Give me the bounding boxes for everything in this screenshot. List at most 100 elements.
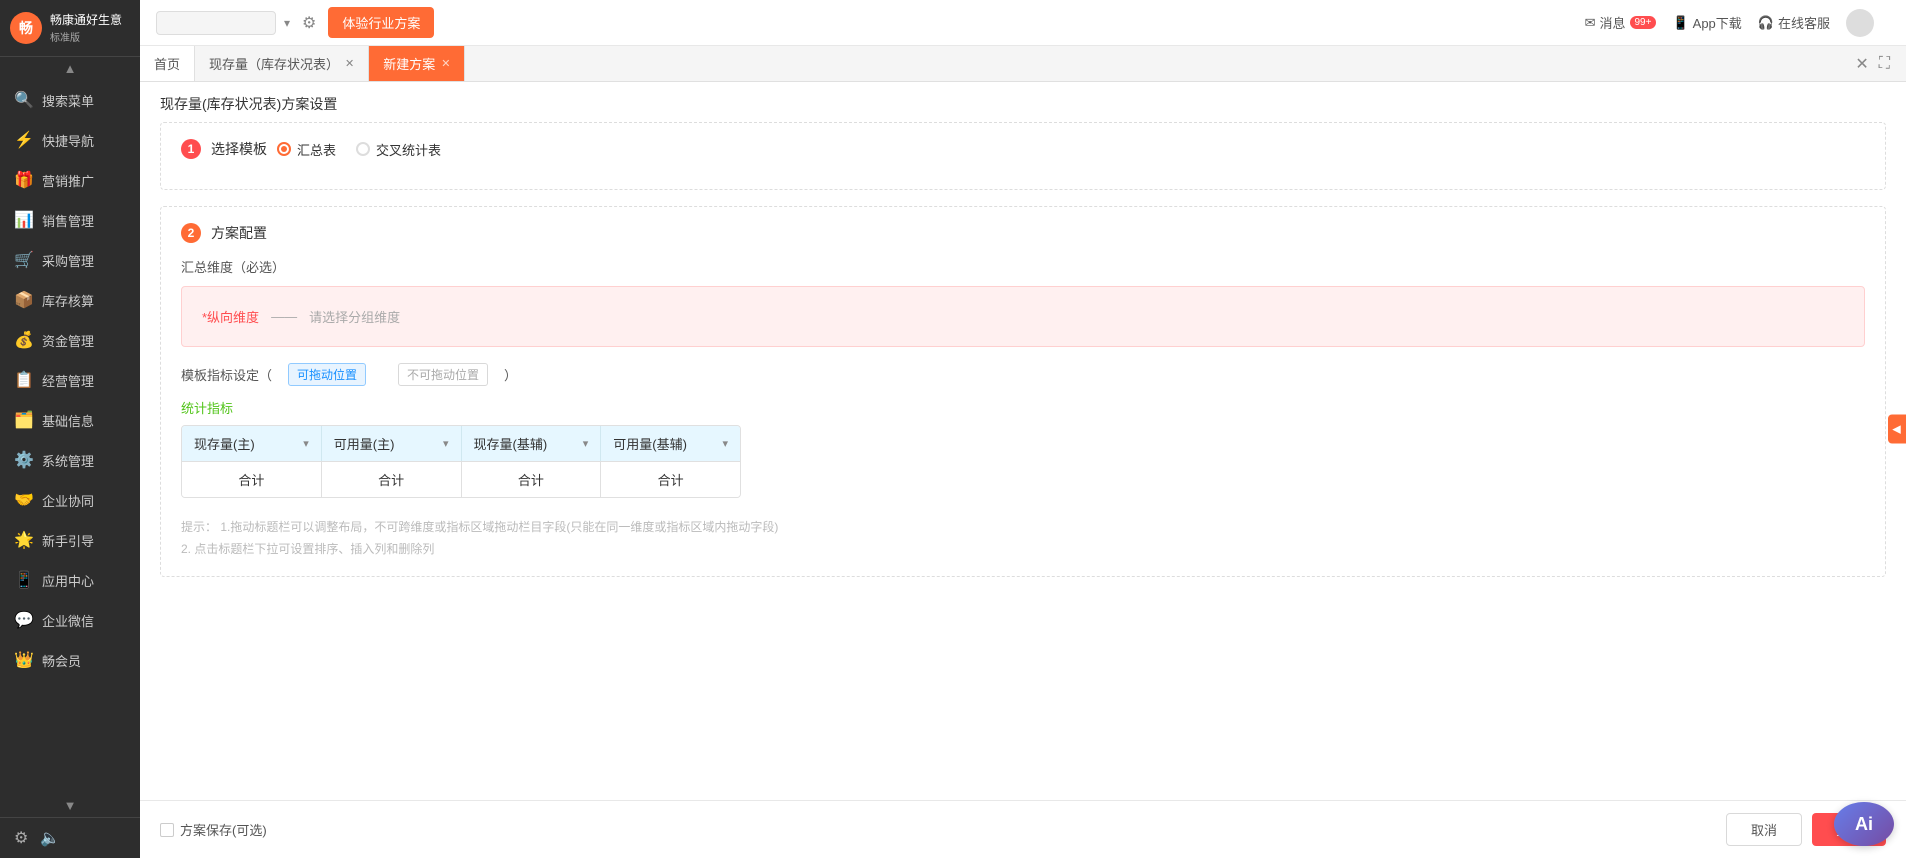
save-checkbox[interactable]: [160, 823, 174, 837]
sidebar-item-system[interactable]: ⚙️ 系统管理: [0, 440, 140, 480]
radio-crosstab-label: 交叉统计表: [376, 140, 441, 159]
expand-window-button[interactable]: ⛶: [1879, 55, 1890, 73]
col-arrow-1[interactable]: ▾: [443, 437, 449, 450]
main-section: 1 选择模板 汇总表 交叉统计表: [140, 122, 1906, 609]
sidebar-scroll-up[interactable]: ▲: [0, 57, 140, 80]
step2-header: 2 方案配置: [181, 223, 1865, 243]
dimension-required-area: *纵向维度 —— 请选择分组维度: [181, 286, 1865, 347]
col-label-1: 可用量(主): [334, 434, 395, 453]
wechat-icon: 💬: [14, 610, 34, 630]
search-icon: 🔍: [14, 90, 34, 110]
col-arrow-2[interactable]: ▾: [583, 437, 589, 450]
tab-inventory-status[interactable]: 现存量（库存状况表） ✕: [195, 46, 369, 81]
radio-summary[interactable]: 汇总表: [277, 140, 336, 159]
radio-summary-label: 汇总表: [297, 140, 336, 159]
sidebar-logo: 畅 畅康通好生意 标准版: [0, 0, 140, 57]
gear-icon[interactable]: ⚙: [302, 13, 316, 33]
tab-new-plan-close[interactable]: ✕: [441, 57, 450, 70]
tab-inventory-label: 现存量（库存状况表）: [209, 54, 339, 73]
user-avatar[interactable]: [1846, 9, 1874, 37]
step1-header: 1 选择模板 汇总表 交叉统计表: [181, 139, 1865, 159]
logo-text: 畅康通好生意 标准版: [50, 12, 122, 44]
marketing-icon: 🎁: [14, 170, 34, 190]
sidebar-item-member[interactable]: 👑 畅会员: [0, 640, 140, 680]
col-header-1[interactable]: 可用量(主) ▾: [322, 426, 462, 461]
tab-home-label: 首页: [154, 54, 180, 73]
sidebar-item-newguide[interactable]: 🌟 新手引导: [0, 520, 140, 560]
sidebar-label-purchase: 采购管理: [42, 251, 94, 270]
message-button[interactable]: ✉ 消息 99+: [1585, 13, 1657, 32]
col-label-3: 可用量(基辅): [613, 434, 687, 453]
right-edge-button[interactable]: ◀: [1888, 415, 1906, 444]
save-checkbox-area[interactable]: 方案保存(可选): [160, 820, 267, 839]
col-header-0[interactable]: 现存量(主) ▾: [182, 426, 322, 461]
sidebar-item-inventory[interactable]: 📦 库存核算: [0, 280, 140, 320]
search-input[interactable]: [156, 11, 276, 35]
stats-table-header: 现存量(主) ▾ 可用量(主) ▾ 现存量(基辅) ▾ 可用量(基辅): [182, 426, 740, 461]
sidebar-scroll-down[interactable]: ▼: [0, 794, 140, 817]
sidebar-item-search[interactable]: 🔍 搜索菜单: [0, 80, 140, 120]
tab-inventory-close[interactable]: ✕: [345, 57, 354, 70]
step2-block: 2 方案配置 汇总维度（必选） *纵向维度 —— 请选择分组维度 模板指标设定（…: [160, 206, 1886, 577]
radio-summary-circle: [277, 142, 291, 156]
radio-crosstab[interactable]: 交叉统计表: [356, 140, 441, 159]
trial-button[interactable]: 体验行业方案: [328, 7, 434, 38]
bottom-bar: 方案保存(可选) 取消 查询: [140, 800, 1906, 858]
sidebar-item-basic[interactable]: 🗂️ 基础信息: [0, 400, 140, 440]
col-label-2: 现存量(基辅): [474, 434, 548, 453]
sidebar-item-quicknav[interactable]: ⚡ 快捷导航: [0, 120, 140, 160]
sidebar-bottom: ⚙ 🔈: [0, 817, 140, 858]
settings-bottom-icon[interactable]: ⚙: [14, 828, 28, 848]
stats-table: 现存量(主) ▾ 可用量(主) ▾ 现存量(基辅) ▾ 可用量(基辅): [181, 425, 741, 498]
dim-separator: ——: [271, 309, 297, 324]
sidebar-item-finance[interactable]: 💰 资金管理: [0, 320, 140, 360]
audio-bottom-icon[interactable]: 🔈: [40, 828, 60, 848]
app-download-button[interactable]: 📱 App下载: [1672, 13, 1741, 32]
finance-icon: 💰: [14, 330, 34, 350]
tab-new-plan[interactable]: 新建方案 ✕: [369, 46, 465, 81]
sidebar-item-purchase[interactable]: 🛒 采购管理: [0, 240, 140, 280]
sidebar-item-appcenter[interactable]: 📱 应用中心: [0, 560, 140, 600]
vertical-dim-label: *纵向维度: [202, 307, 259, 326]
sidebar-item-cooperation[interactable]: 🤝 企业协同: [0, 480, 140, 520]
logo-icon: 畅: [10, 12, 42, 44]
topbar: ▾ ⚙ 体验行业方案 ✉ 消息 99+ 📱 App下载 🎧 在线客服: [140, 0, 1906, 46]
headset-icon: 🎧: [1758, 15, 1774, 31]
sidebar-label-sales: 销售管理: [42, 211, 94, 230]
sidebar-item-sales[interactable]: 📊 销售管理: [0, 200, 140, 240]
sidebar: 畅 畅康通好生意 标准版 ▲ 🔍 搜索菜单 ⚡ 快捷导航 🎁 营销推广 📊 销售…: [0, 0, 140, 858]
appcenter-icon: 📱: [14, 570, 34, 590]
close-window-button[interactable]: ✕: [1855, 54, 1868, 74]
cooperation-icon: 🤝: [14, 490, 34, 510]
cell-1: 合计: [322, 462, 462, 497]
sidebar-item-operation[interactable]: 📋 经营管理: [0, 360, 140, 400]
ai-badge[interactable]: Ai: [1834, 802, 1894, 846]
col-header-3[interactable]: 可用量(基辅) ▾: [601, 426, 740, 461]
app-icon: 📱: [1672, 15, 1688, 31]
save-label: 方案保存(可选): [180, 820, 267, 839]
tab-home[interactable]: 首页: [140, 46, 195, 81]
sidebar-item-marketing[interactable]: 🎁 营销推广: [0, 160, 140, 200]
content-area: 现存量(库存状况表)方案设置 1 选择模板 汇总表 交叉统计表: [140, 82, 1906, 800]
message-icon: ✉: [1585, 15, 1596, 31]
col-label-0: 现存量(主): [194, 434, 255, 453]
sidebar-item-wechat[interactable]: 💬 企业微信: [0, 600, 140, 640]
col-arrow-0[interactable]: ▾: [303, 437, 309, 450]
sidebar-nav: 🔍 搜索菜单 ⚡ 快捷导航 🎁 营销推广 📊 销售管理 🛒 采购管理 📦 库存核…: [0, 80, 140, 794]
sidebar-label-search: 搜索菜单: [42, 91, 94, 110]
tip-1: 提示： 1.拖动标题栏可以调整布局，不可跨维度或指标区域拖动栏目字段(只能在同一…: [181, 517, 1865, 539]
sidebar-label-inventory: 库存核算: [42, 291, 94, 310]
newguide-icon: 🌟: [14, 530, 34, 550]
app-name: 畅康通好生意: [50, 12, 122, 29]
col-header-2[interactable]: 现存量(基辅) ▾: [462, 426, 602, 461]
template-indicator: 模板指标设定（ 可拖动位置 不可拖动位置 ）: [181, 363, 1865, 386]
cell-3: 合计: [601, 462, 740, 497]
template-radio-group: 汇总表 交叉统计表: [277, 140, 441, 159]
cancel-button[interactable]: 取消: [1726, 813, 1802, 846]
step1-title: 选择模板: [211, 139, 267, 159]
step1-num: 1: [181, 139, 201, 159]
dropdown-icon[interactable]: ▾: [284, 16, 290, 30]
main-area: ▾ ⚙ 体验行业方案 ✉ 消息 99+ 📱 App下载 🎧 在线客服 首页: [140, 0, 1906, 858]
service-button[interactable]: 🎧 在线客服: [1758, 13, 1830, 32]
col-arrow-3[interactable]: ▾: [722, 437, 728, 450]
